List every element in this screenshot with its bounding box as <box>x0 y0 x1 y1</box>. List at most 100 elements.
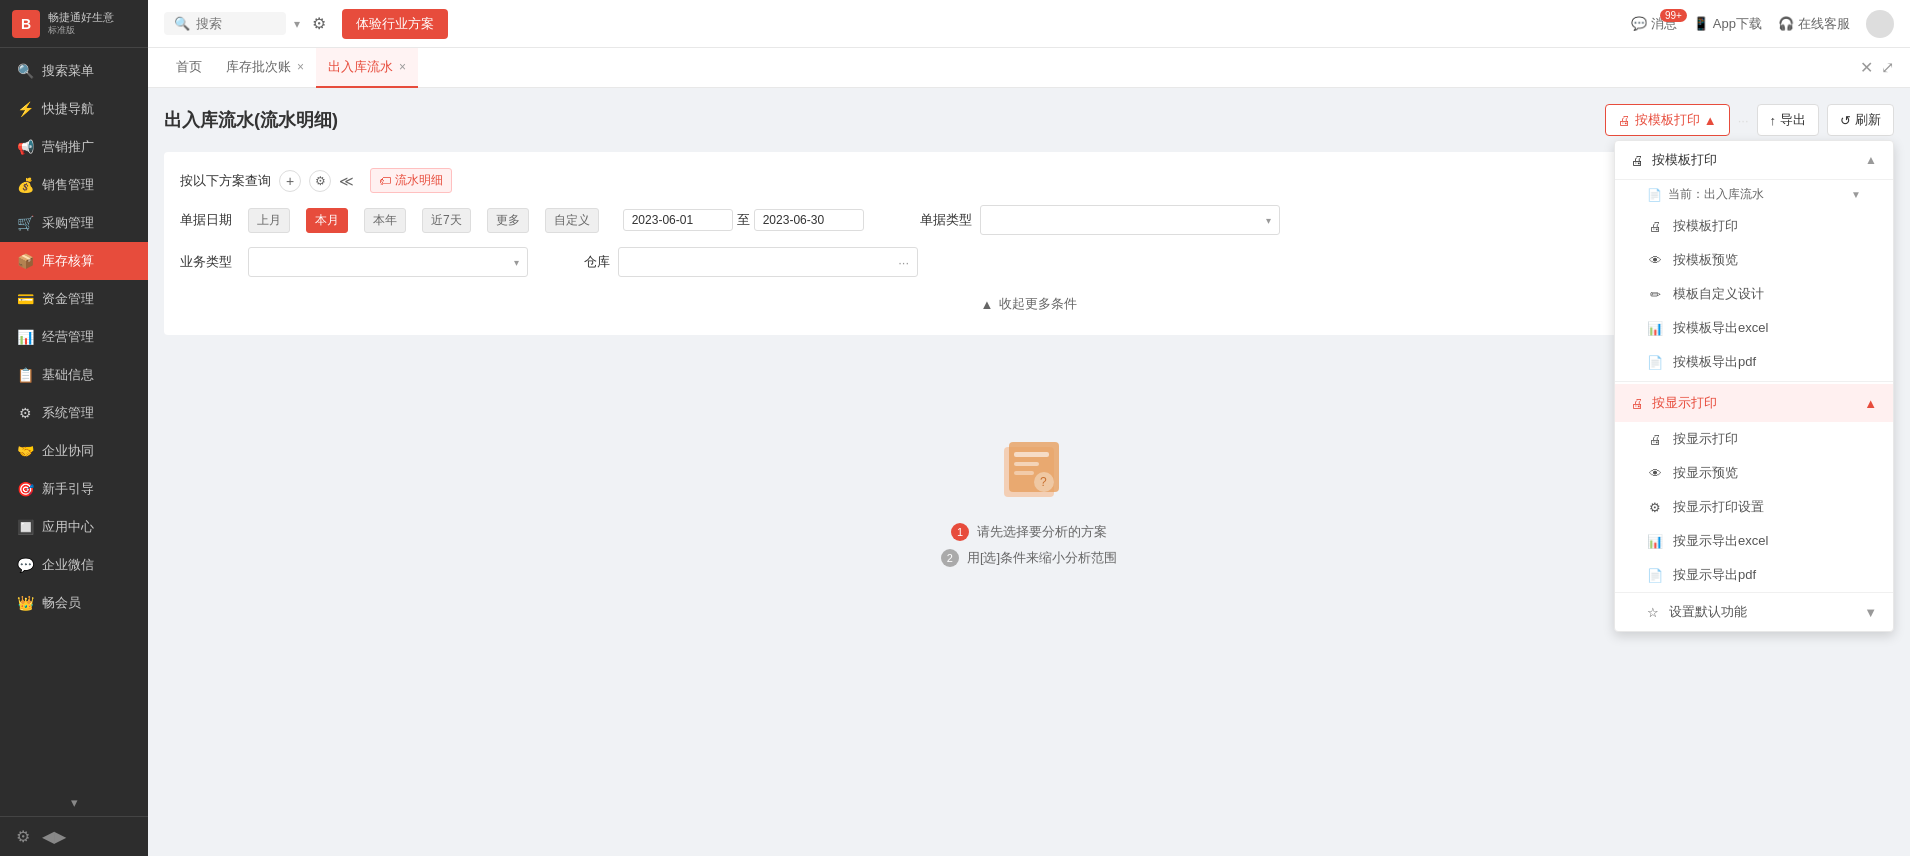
tab-warehouse-flow[interactable]: 出入库流水 × <box>316 48 418 88</box>
sidebar-item-label: 企业协同 <box>42 442 94 460</box>
template-print-header[interactable]: 🖨 按模板打印 ▲ <box>1615 141 1893 180</box>
search-chevron-icon[interactable]: ▾ <box>294 17 300 31</box>
display-section-label: 按显示打印 <box>1652 394 1717 412</box>
expand-icon[interactable]: ◀▶ <box>42 827 66 846</box>
print-icon: 🖨 <box>1647 431 1663 447</box>
sidebar-item-sales[interactable]: 💰 销售管理 <box>0 166 148 204</box>
voucher-type-label: 单据类型 <box>920 211 972 229</box>
app-download-btn[interactable]: 📱 App下载 <box>1693 15 1762 33</box>
template-custom-item[interactable]: ✏ 模板自定义设计 <box>1615 277 1893 311</box>
shortcut-icon: ⚡ <box>16 100 34 118</box>
svg-rect-4 <box>1014 471 1034 475</box>
sidebar-scroll-down[interactable]: ▾ <box>0 789 148 816</box>
display-printer-icon: 🖨 <box>1631 396 1644 411</box>
sidebar-item-system[interactable]: ⚙ 系统管理 <box>0 394 148 432</box>
date-btn-more[interactable]: 更多 <box>487 208 529 233</box>
export-btn[interactable]: ↑ 导出 <box>1757 104 1820 136</box>
date-separator: 至 <box>737 211 750 229</box>
page-header: 出入库流水(流水明细) 🖨 按模板打印 ▲ ··· ↑ 导出 ↺ 刷新 <box>164 104 1894 136</box>
close-all-icon[interactable]: ✕ <box>1860 58 1873 77</box>
sidebar-item-wechat[interactable]: 💬 企业微信 <box>0 546 148 584</box>
print-icon: 🖨 <box>1647 218 1663 234</box>
sidebar-item-label: 经营管理 <box>42 328 94 346</box>
collapse-up-icon: ▲ <box>981 297 994 312</box>
service-btn[interactable]: 🎧 在线客服 <box>1778 15 1850 33</box>
settings-icon: ⚙ <box>1647 499 1663 515</box>
page-title: 出入库流水(流水明细) <box>164 108 338 132</box>
sidebar-item-marketing[interactable]: 📢 营销推广 <box>0 128 148 166</box>
tab-inventory-batch[interactable]: 库存批次账 × <box>214 48 316 88</box>
message-btn[interactable]: 💬 消息 99+ <box>1631 15 1677 33</box>
template-preview-item[interactable]: 👁 按模板预览 <box>1615 243 1893 277</box>
message-icon: 💬 <box>1631 16 1647 31</box>
sidebar-item-cooperation[interactable]: 🤝 企业协同 <box>0 432 148 470</box>
voucher-type-select[interactable]: ▾ <box>980 205 1280 235</box>
tag-icon: 🏷 <box>379 174 391 188</box>
tab-close-icon[interactable]: × <box>297 60 304 74</box>
settings-icon[interactable]: ⚙ <box>16 827 30 846</box>
sidebar-item-shortcut[interactable]: ⚡ 快捷导航 <box>0 90 148 128</box>
item-label: 按模板打印 <box>1673 217 1738 235</box>
display-excel-item[interactable]: 📊 按显示导出excel <box>1615 524 1893 558</box>
app-edition: 标准版 <box>48 24 114 37</box>
refresh-label: 刷新 <box>1855 111 1881 129</box>
item-label: 按显示打印 <box>1673 430 1738 448</box>
step-1-num: 1 <box>951 523 969 541</box>
topbar-search-box[interactable]: 🔍 <box>164 12 286 35</box>
date-from-input[interactable] <box>623 209 733 231</box>
warehouse-select[interactable]: ··· <box>618 247 918 277</box>
template-section-icon: 🖨 按模板打印 <box>1631 151 1717 169</box>
display-pdf-item[interactable]: 📄 按显示导出pdf <box>1615 558 1893 592</box>
maximize-icon[interactable]: ⤢ <box>1881 58 1894 77</box>
sidebar-item-purchase[interactable]: 🛒 采购管理 <box>0 204 148 242</box>
business-type-label: 业务类型 <box>180 253 232 271</box>
step-2-label: 用[选]条件来缩小分析范围 <box>967 549 1117 567</box>
date-btn-year[interactable]: 本年 <box>364 208 406 233</box>
filter-collapse-btn[interactable]: ≪ <box>339 173 354 189</box>
tab-close-icon[interactable]: × <box>399 60 406 74</box>
search-input[interactable] <box>196 16 276 31</box>
appstore-icon: 🔲 <box>16 518 34 536</box>
sidebar-item-operation[interactable]: 📊 经营管理 <box>0 318 148 356</box>
empty-illustration: ? <box>989 427 1069 507</box>
sidebar-item-guide[interactable]: 🎯 新手引导 <box>0 470 148 508</box>
gear-icon[interactable]: ⚙ <box>312 14 326 33</box>
sidebar-item-basic[interactable]: 📋 基础信息 <box>0 356 148 394</box>
current-text: 当前：出入库流水 <box>1668 186 1764 203</box>
filter-add-btn[interactable]: + <box>279 170 301 192</box>
sidebar-item-vip[interactable]: 👑 畅会员 <box>0 584 148 622</box>
printer-icon: 🖨 <box>1631 153 1644 168</box>
set-default-item[interactable]: ☆ 设置默认功能 ▼ <box>1615 592 1893 631</box>
date-btn-7days[interactable]: 近7天 <box>422 208 471 233</box>
item-label: 按显示打印设置 <box>1673 498 1764 516</box>
display-print-header[interactable]: 🖨 按显示打印 ▲ <box>1615 384 1893 422</box>
topbar-right: 💬 消息 99+ 📱 App下载 🎧 在线客服 <box>1631 10 1894 38</box>
tab-home[interactable]: 首页 <box>164 48 214 88</box>
sales-icon: 💰 <box>16 176 34 194</box>
user-avatar[interactable] <box>1866 10 1894 38</box>
template-print-item[interactable]: 🖨 按模板打印 <box>1615 209 1893 243</box>
template-excel-item[interactable]: 📊 按模板导出excel <box>1615 311 1893 345</box>
set-default-arrow: ▼ <box>1864 605 1877 620</box>
industry-btn[interactable]: 体验行业方案 <box>342 9 448 39</box>
date-btn-last-month[interactable]: 上月 <box>248 208 290 233</box>
item-label: 按显示导出pdf <box>1673 566 1756 584</box>
sidebar-item-search[interactable]: 🔍 搜索菜单 <box>0 52 148 90</box>
template-pdf-item[interactable]: 📄 按模板导出pdf <box>1615 345 1893 379</box>
current-icon: 📄 <box>1647 188 1662 202</box>
business-type-select[interactable]: ▾ <box>248 247 528 277</box>
date-btn-current-month[interactable]: 本月 <box>306 208 348 233</box>
sidebar-item-finance[interactable]: 💳 资金管理 <box>0 280 148 318</box>
print-template-btn[interactable]: 🖨 按模板打印 ▲ <box>1605 104 1730 136</box>
filter-setting-btn[interactable]: ⚙ <box>309 170 331 192</box>
display-print-settings-item[interactable]: ⚙ 按显示打印设置 <box>1615 490 1893 524</box>
sidebar-item-inventory[interactable]: 📦 库存核算 <box>0 242 148 280</box>
refresh-btn[interactable]: ↺ 刷新 <box>1827 104 1894 136</box>
item-label: 按显示预览 <box>1673 464 1738 482</box>
display-preview-item[interactable]: 👁 按显示预览 <box>1615 456 1893 490</box>
date-btn-custom[interactable]: 自定义 <box>545 208 599 233</box>
display-print-item[interactable]: 🖨 按显示打印 <box>1615 422 1893 456</box>
service-label: 在线客服 <box>1798 15 1850 33</box>
date-to-input[interactable] <box>754 209 864 231</box>
sidebar-item-appstore[interactable]: 🔲 应用中心 <box>0 508 148 546</box>
